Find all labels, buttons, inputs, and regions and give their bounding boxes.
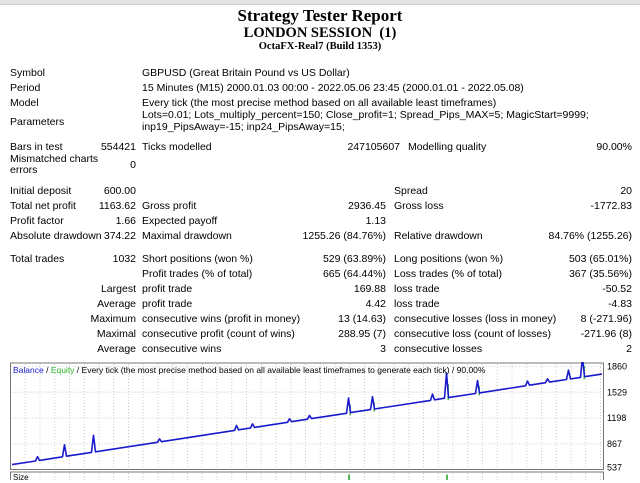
balance-chart: Balance / Equity / Every tick (the most … [0,356,640,483]
stat-cell: 1.66 [115,215,136,227]
legend-description: / Every tick (the most precise method ba… [74,365,486,375]
period-label: Period [10,82,41,94]
stat-cell: 169.88 [353,283,386,295]
stat-cell: Average [97,343,136,355]
stat-cell: 4.42 [365,298,386,310]
stat-cell: 1163.62 [98,200,136,212]
stat-cell: 84.76% (1255.26) [548,230,632,242]
stat-cell: -1772.83 [590,200,632,212]
stat-row: Mismatched charts errors 0 [0,154,640,178]
stat-cell: 529 (63.89%) [322,253,386,265]
y-axis-label: 537 [607,463,622,473]
stat-row: Maximal consecutive profit (count of wins… [0,328,640,341]
stat-cell: -271.96 (8) [580,328,632,340]
window-top-edge [0,0,640,5]
stat-cell: 367 (35.56%) [568,268,632,280]
stat-cell: 503 (65.01%) [568,253,632,265]
stat-cell: 0 [130,159,136,171]
stat-cell: -4.83 [608,298,632,310]
size-panel-label: Size [13,473,29,480]
stat-cell: 2936.45 [348,200,386,212]
ea-name: LONDON SESSION (1) [243,25,397,41]
legend-separator: / [43,365,51,375]
stat-cell: 2 [626,343,632,355]
stat-cell: 247105607 [347,141,400,153]
stat-row: Absolute drawdown 374.22 Maximal drawdown 1… [0,230,640,243]
model-value: Every tick (the most precise method base… [142,97,497,109]
server-build: OctaFX-Real7 (Build 1353) [258,41,382,52]
stat-cell: 1255.26 (84.76%) [302,230,386,242]
stat-row: Maximum consecutive wins (profit in money… [0,313,640,326]
stat-cell: Maximum [90,313,136,325]
y-axis-label: 1860 [607,362,627,372]
report-header: Strategy Tester Report LONDON SESSION (1… [0,7,640,53]
stat-row: Total trades 1032 Short positions (won %) 5… [0,253,640,266]
stat-cell: 20 [620,185,632,197]
stat-row: Profit factor 1.66 Expected payoff 1.13 [0,215,640,228]
stat-cell: 8 (-271.96) [580,313,632,325]
stat-cell: 374.22 [103,230,136,242]
stat-cell: 600.00 [103,185,136,197]
report-title: Strategy Tester Report [237,6,403,25]
parameters-label: Parameters [10,116,65,128]
stat-cell: 13 (14.63) [338,313,386,325]
stat-row: Initial deposit 600.00 Spread 20 [0,185,640,198]
stat-row: Average profit trade 4.42 loss trade -4.83 [0,298,640,311]
stat-cell: 288.95 (7) [338,328,386,340]
stat-row: Total net profit 1163.62 Gross profit 2936.… [0,200,640,213]
period-value: 15 Minutes (M15) 2000.01.03 00:00 - 2022… [142,82,524,94]
info-row-parameters: Parameters Lots=0.01; Lots_multiply_perc… [0,109,640,136]
legend-balance: Balance [13,365,44,375]
stat-cell: 554421 [100,141,136,153]
stat-cell: -50.52 [602,283,632,295]
legend-equity: Equity [50,365,75,375]
stat-cell: 1032 [112,253,136,265]
stat-row: Profit trades (% of total) 665 (64.44%) Lo… [0,268,640,281]
stat-cell: Average [97,298,136,310]
y-axis-label: 1198 [607,413,626,423]
parameters-value: Lots=0.01; Lots_multiply_percent=150; Cl… [142,109,589,133]
stat-cell: 665 (64.44%) [322,268,386,280]
model-label: Model [10,97,39,109]
stat-cell: 90.00% [596,141,632,153]
y-axis-label: 1529 [607,387,627,397]
info-row-symbol: Symbol GBPUSD (Great Britain Pound vs US… [0,67,640,80]
chart-canvas: 1860 1529 1198 867 537 Size [10,356,627,483]
stat-row: Average consecutive wins 3 consecutive loss… [0,343,640,356]
symbol-label: Symbol [10,67,46,79]
chart-legend: Balance / Equity / Every tick (the most … [13,365,485,375]
strategy-tester-report: { "header": { "title": "Strategy Tester … [0,0,640,483]
stat-cell: 1.13 [365,215,386,227]
y-axis-label: 867 [607,439,622,449]
stat-cell: Largest [100,283,136,295]
stat-cell: Maximal [96,328,136,340]
info-row-period: Period 15 Minutes (M15) 2000.01.03 00:00… [0,82,640,95]
stat-row: Largest profit trade 169.88 loss trade -50.5… [0,283,640,296]
symbol-value: GBPUSD (Great Britain Pound vs US Dollar… [142,67,350,79]
stat-cell: 3 [380,343,386,355]
